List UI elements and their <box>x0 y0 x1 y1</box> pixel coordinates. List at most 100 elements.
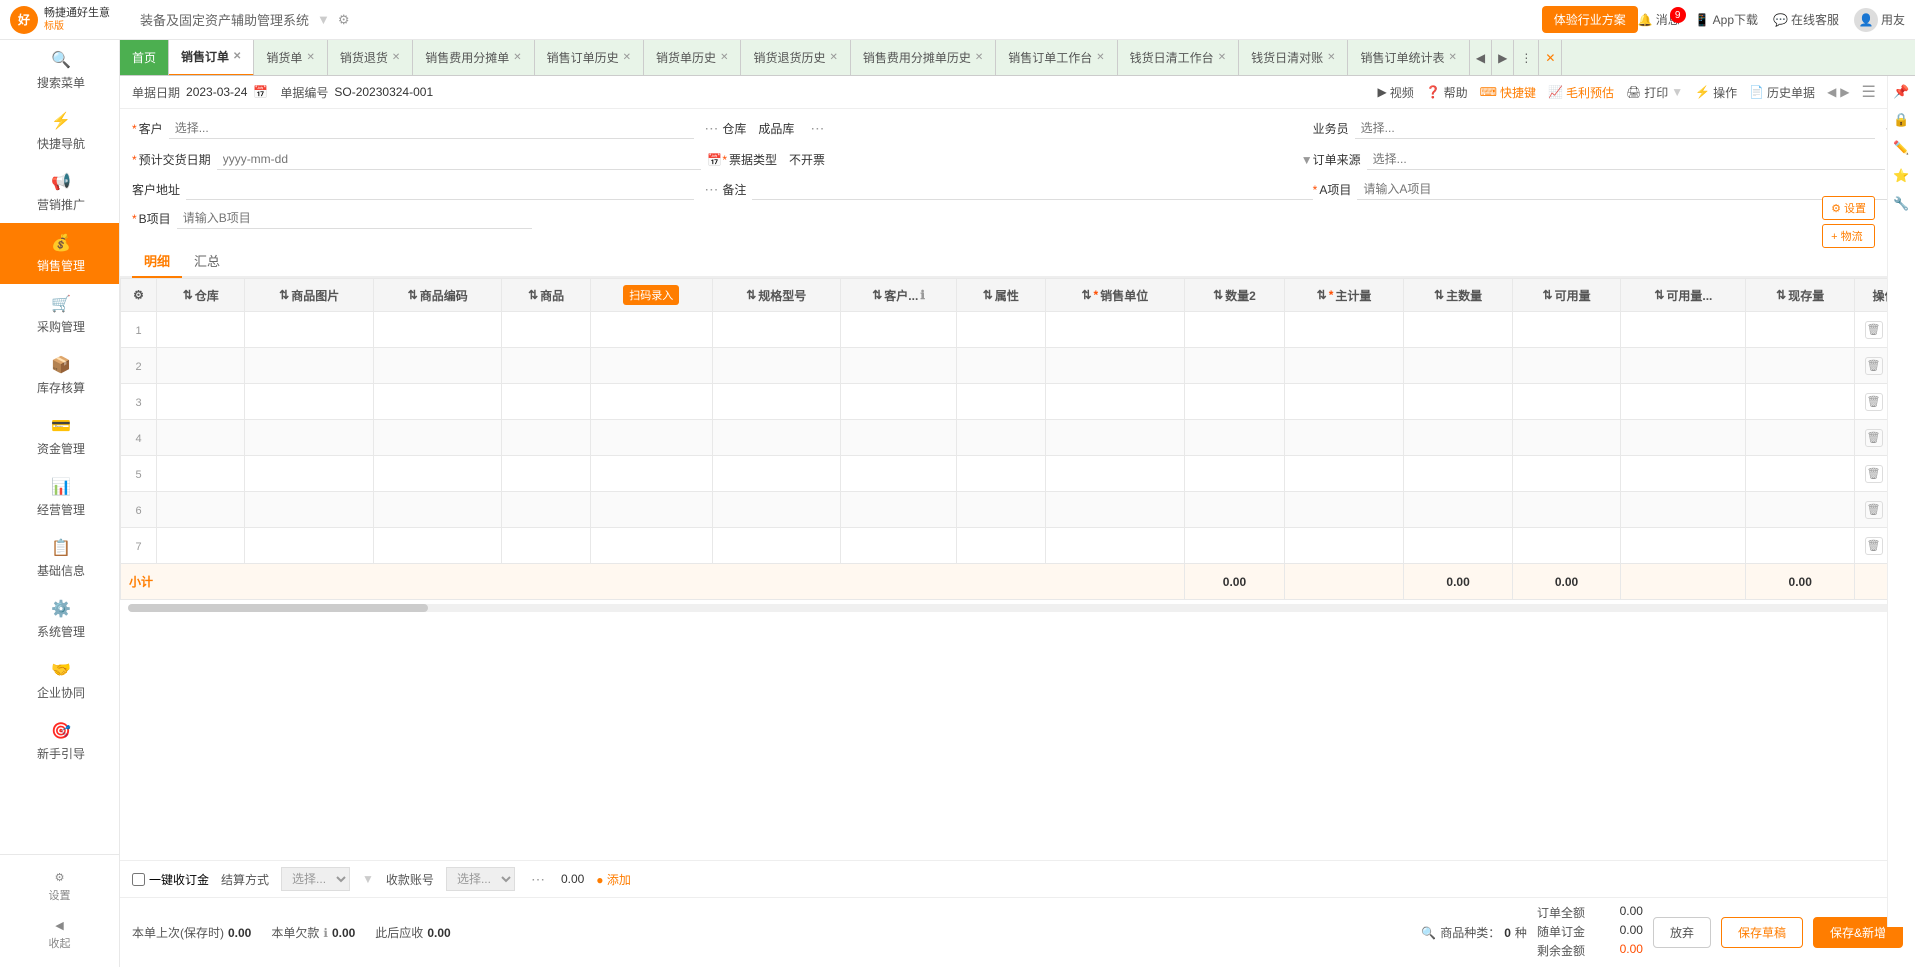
row-spec[interactable] <box>712 420 840 456</box>
row-current-qty[interactable] <box>1746 420 1855 456</box>
right-icon-1[interactable]: 📌 <box>1890 80 1914 104</box>
row-attribute[interactable] <box>957 492 1045 528</box>
row-current-qty[interactable] <box>1746 492 1855 528</box>
action-button[interactable]: ⚡ 操作 <box>1695 84 1737 101</box>
one-click-payment-checkbox[interactable]: 一键收订金 <box>132 871 209 888</box>
row-main-qty[interactable] <box>1404 528 1512 564</box>
customer-addr-input[interactable] <box>186 179 694 200</box>
tab-cash-reconcile[interactable]: 钱货日清对账 ✕ <box>1239 40 1348 76</box>
sidebar-item-system[interactable]: ⚙️ 系统管理 <box>0 589 119 650</box>
tab-close-icon[interactable]: ✕ <box>1096 52 1104 63</box>
row-sales-unit[interactable] <box>1045 312 1185 348</box>
row-product-name[interactable] <box>502 528 590 564</box>
tab-workbench[interactable]: 销售订单工作台 ✕ <box>996 40 1117 76</box>
history-button[interactable]: 📄 历史单据 <box>1749 84 1815 101</box>
row-available-qty2[interactable] <box>1621 312 1746 348</box>
customer-input[interactable] <box>169 118 695 139</box>
row-warehouse[interactable] <box>157 456 245 492</box>
row-delete-icon[interactable]: 🗑 <box>1865 501 1883 519</box>
tab-detail[interactable]: 明细 <box>132 245 182 278</box>
invoice-dropdown-icon[interactable]: ▼ <box>1301 153 1313 167</box>
row-product-code[interactable] <box>373 420 501 456</box>
row-delete-icon[interactable]: 🗑 <box>1865 537 1883 555</box>
row-product-name[interactable] <box>502 348 590 384</box>
row-attribute[interactable] <box>957 528 1045 564</box>
settings-gear-icon[interactable]: ⚙ <box>338 12 350 28</box>
row-product-code[interactable] <box>373 528 501 564</box>
row-product-name[interactable] <box>502 384 590 420</box>
right-icon-4[interactable]: ⭐ <box>1890 164 1914 188</box>
row-attribute[interactable] <box>957 312 1045 348</box>
tab-close-icon[interactable]: ✕ <box>975 52 983 63</box>
settings-form-button[interactable]: ⚙ 设置 <box>1822 196 1875 220</box>
row-sales-unit[interactable] <box>1045 492 1185 528</box>
row-customer-code[interactable] <box>841 348 957 384</box>
tab-close-icon[interactable]: ✕ <box>392 52 400 63</box>
nav-prev-icon[interactable]: ◀ <box>1827 85 1836 99</box>
row-attribute[interactable] <box>957 420 1045 456</box>
row-spec[interactable] <box>712 312 840 348</box>
sidebar-item-inventory[interactable]: 📦 库存核算 <box>0 345 119 406</box>
message-button[interactable]: 🔔 9 消息 <box>1638 11 1680 28</box>
row-sales-unit[interactable] <box>1045 348 1185 384</box>
tab-close-icon[interactable]: ✕ <box>829 52 837 63</box>
row-qty2[interactable] <box>1185 312 1285 348</box>
tab-refund-history[interactable]: 销货退货历史 ✕ <box>741 40 850 76</box>
row-qty2[interactable] <box>1185 384 1285 420</box>
row-delete-icon[interactable]: 🗑 <box>1865 393 1883 411</box>
row-delete-icon[interactable]: 🗑 <box>1865 429 1883 447</box>
row-main-qty[interactable] <box>1404 492 1512 528</box>
logistics-button[interactable]: + 物流 <box>1822 224 1875 248</box>
row-product-name[interactable] <box>502 420 590 456</box>
horizontal-scrollbar[interactable] <box>128 604 1907 612</box>
row-qty2[interactable] <box>1185 348 1285 384</box>
row-product-code[interactable] <box>373 312 501 348</box>
one-click-checkbox[interactable] <box>132 873 145 886</box>
sidebar-item-sales[interactable]: 💰 销售管理 <box>0 223 119 284</box>
tab-sales-fee[interactable]: 销售费用分摊单 ✕ <box>413 40 534 76</box>
row-spec[interactable] <box>712 348 840 384</box>
row-qty2[interactable] <box>1185 492 1285 528</box>
print-button[interactable]: 🖨 打印 ▼ <box>1626 84 1683 101</box>
tab-more-button[interactable]: ⋮ <box>1514 40 1539 76</box>
tab-close-icon[interactable]: ✕ <box>306 52 314 63</box>
row-delete-icon[interactable]: 🗑 <box>1865 357 1883 375</box>
row-main-unit[interactable] <box>1284 528 1404 564</box>
tab-sales-stats[interactable]: 销售订单统计表 ✕ <box>1348 40 1469 76</box>
row-sales-unit[interactable] <box>1045 456 1185 492</box>
right-icon-3[interactable]: ✏️ <box>1890 136 1914 160</box>
row-customer-code[interactable] <box>841 384 957 420</box>
row-customer-code[interactable] <box>841 420 957 456</box>
calendar-icon[interactable]: 📅 <box>253 85 268 99</box>
warehouse-more-icon[interactable]: ⋯ <box>806 120 828 137</box>
row-delete-icon[interactable]: 🗑 <box>1865 465 1883 483</box>
row-main-unit[interactable] <box>1284 420 1404 456</box>
delivery-date-input[interactable] <box>217 149 702 170</box>
row-current-qty[interactable] <box>1746 384 1855 420</box>
row-available-qty2[interactable] <box>1621 348 1746 384</box>
right-icon-2[interactable]: 🔒 <box>1890 108 1914 132</box>
sidebar-item-finance[interactable]: 💳 资金管理 <box>0 406 119 467</box>
sidebar-item-guide[interactable]: 🎯 新手引导 <box>0 711 119 772</box>
row-warehouse[interactable] <box>157 348 245 384</box>
profit-button[interactable]: 📈 毛利预估 <box>1548 84 1614 101</box>
row-spec[interactable] <box>712 492 840 528</box>
solution-button[interactable]: 体验行业方案 <box>1542 6 1638 33</box>
online-support-button[interactable]: 💬 在线客服 <box>1773 11 1839 28</box>
tab-summary[interactable]: 汇总 <box>182 245 232 278</box>
row-product-name[interactable] <box>502 456 590 492</box>
row-main-qty[interactable] <box>1404 312 1512 348</box>
tab-home[interactable]: 首页 <box>120 40 169 76</box>
row-sales-unit[interactable] <box>1045 528 1185 564</box>
sidebar-settings-button[interactable]: ⚙ 设置 <box>0 863 119 911</box>
row-product-name[interactable] <box>502 312 590 348</box>
row-main-qty[interactable] <box>1404 456 1512 492</box>
row-qty2[interactable] <box>1185 528 1285 564</box>
sidebar-collapse-button[interactable]: ◀ 收起 <box>0 911 119 959</box>
account-more-icon[interactable]: ⋯ <box>527 871 549 888</box>
row-product-code[interactable] <box>373 384 501 420</box>
row-available-qty[interactable] <box>1512 456 1620 492</box>
row-warehouse[interactable] <box>157 492 245 528</box>
tab-sales-refund[interactable]: 销货退货 ✕ <box>328 40 413 76</box>
sidebar-item-operations[interactable]: 📊 经营管理 <box>0 467 119 528</box>
